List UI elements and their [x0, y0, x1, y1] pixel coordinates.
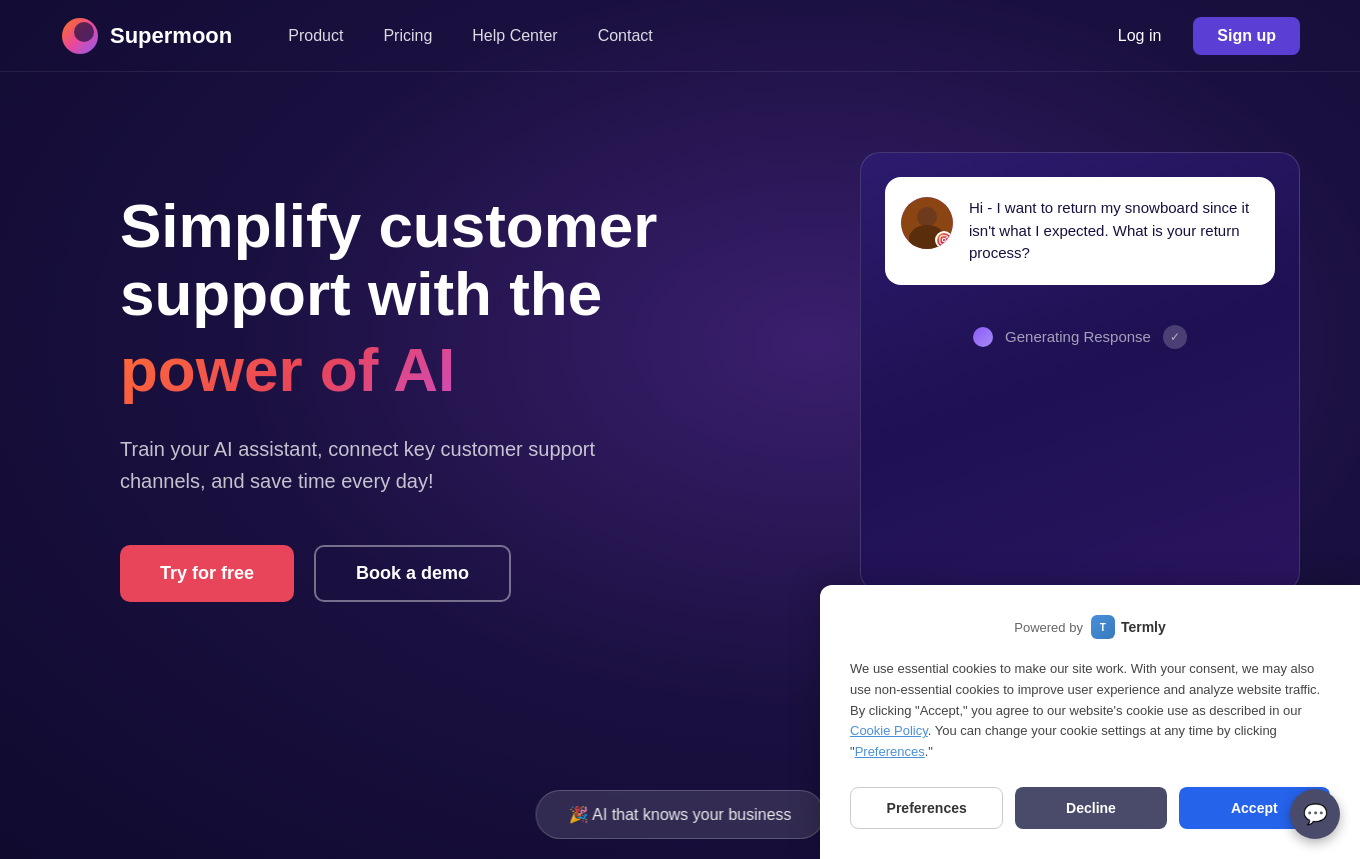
cookie-preferences-link[interactable]: Preferences	[855, 744, 925, 759]
cookie-text-part3: ."	[925, 744, 933, 759]
chat-support-button[interactable]: 💬	[1290, 789, 1340, 839]
cookie-buttons: Preferences Decline Accept	[850, 787, 1330, 829]
svg-point-1	[74, 22, 94, 42]
hero-title-gradient: power of AI	[120, 336, 820, 404]
logo-icon	[60, 16, 100, 56]
hero-buttons: Try for free Book a demo	[120, 545, 820, 602]
chat-message-text: Hi - I want to return my snowboard since…	[969, 197, 1255, 265]
preferences-button[interactable]: Preferences	[850, 787, 1003, 829]
chat-card: Hi - I want to return my snowboard since…	[860, 152, 1300, 592]
generating-text: Generating Response	[1005, 328, 1151, 345]
try-free-button[interactable]: Try for free	[120, 545, 294, 602]
cookie-consent: Powered by T Termly We use essential coo…	[820, 585, 1360, 859]
svg-point-3	[917, 207, 937, 227]
instagram-badge	[935, 231, 953, 249]
hero-title: Simplify customer support with the	[120, 192, 820, 328]
cookie-body-text: We use essential cookies to make our sit…	[850, 659, 1330, 763]
login-button[interactable]: Log in	[1102, 19, 1178, 53]
generating-response: Generating Response ✓	[885, 309, 1275, 365]
banner-icon: 🎉	[569, 806, 589, 823]
nav-left: Supermoon Product Pricing Help Center Co…	[60, 16, 669, 56]
svg-point-6	[942, 238, 945, 241]
generating-dot	[973, 327, 993, 347]
cookie-text-part1: We use essential cookies to make our sit…	[850, 661, 1320, 718]
cookie-powered-by: Powered by T Termly	[850, 615, 1330, 639]
termly-label: Termly	[1121, 619, 1166, 635]
nav-link-contact[interactable]: Contact	[582, 19, 669, 53]
nav-link-product[interactable]: Product	[272, 19, 359, 53]
decline-button[interactable]: Decline	[1015, 787, 1166, 829]
avatar	[901, 197, 953, 249]
nav-link-pricing[interactable]: Pricing	[367, 19, 448, 53]
book-demo-button[interactable]: Book a demo	[314, 545, 511, 602]
hero-subtitle: Train your AI assistant, connect key cus…	[120, 433, 640, 497]
bottom-banner: 🎉 AI that knows your business	[536, 790, 825, 839]
check-icon: ✓	[1163, 325, 1187, 349]
navigation: Supermoon Product Pricing Help Center Co…	[0, 0, 1360, 72]
nav-link-help[interactable]: Help Center	[456, 19, 573, 53]
termly-icon: T	[1091, 615, 1115, 639]
chat-message-bubble: Hi - I want to return my snowboard since…	[885, 177, 1275, 285]
banner-text: AI that knows your business	[592, 806, 791, 823]
powered-by-text: Powered by	[1014, 620, 1083, 635]
hero-title-line2: support with the	[120, 259, 602, 328]
logo[interactable]: Supermoon	[60, 16, 232, 56]
termly-logo: T Termly	[1091, 615, 1166, 639]
hero-section: Simplify customer support with the power…	[120, 152, 820, 602]
main-content: Simplify customer support with the power…	[0, 72, 1360, 642]
cookie-policy-link[interactable]: Cookie Policy	[850, 723, 928, 738]
signup-button[interactable]: Sign up	[1193, 17, 1300, 55]
logo-text: Supermoon	[110, 23, 232, 49]
svg-point-7	[946, 237, 947, 238]
svg-rect-5	[940, 236, 948, 244]
hero-title-line1: Simplify customer	[120, 191, 657, 260]
nav-links: Product Pricing Help Center Contact	[272, 19, 669, 53]
chat-support-icon: 💬	[1303, 802, 1328, 826]
nav-right: Log in Sign up	[1102, 17, 1300, 55]
